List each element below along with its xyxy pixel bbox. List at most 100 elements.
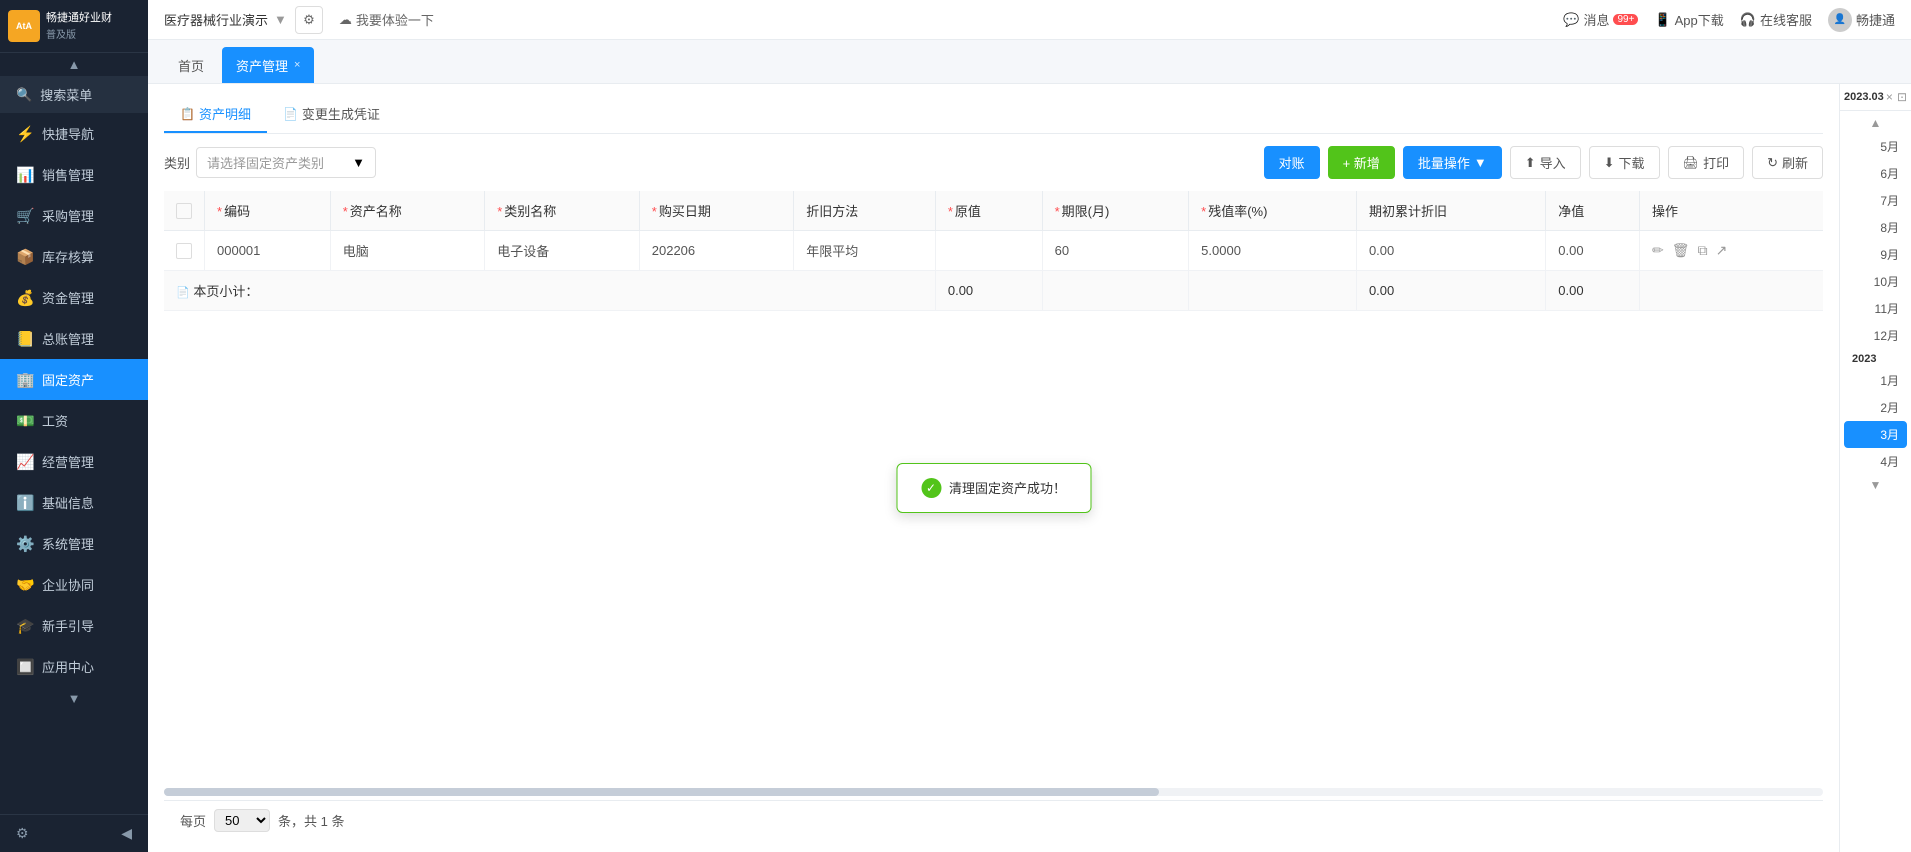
calendar-month-8[interactable]: 8月 [1844, 214, 1907, 241]
cell-accumulated-depreciation: 0.00 [1356, 231, 1545, 271]
sidebar-item-fixed-assets[interactable]: 🏢 固定资产 [0, 359, 148, 400]
download-button[interactable]: ⬇ 下载 [1589, 146, 1660, 179]
purchase-icon: 🛒 [16, 207, 34, 225]
asset-table-wrapper: *编码 *资产名称 *类别名称 *购买日期 折旧方法 *原值 *期限(月) *残… [164, 191, 1823, 784]
calendar-month-10[interactable]: 10月 [1844, 268, 1907, 295]
col-accumulated-depreciation: 期初累计折旧 [1356, 191, 1545, 231]
app-download-button[interactable]: 📱 App下载 [1654, 10, 1723, 29]
table-horizontal-scrollbar[interactable] [164, 788, 1823, 796]
table-row: 000001 电脑 电子设备 202206 年限平均 60 5.0000 0.0… [164, 231, 1823, 271]
row-checkbox[interactable] [176, 243, 192, 259]
sidebar-scroll-down[interactable]: ▼ [0, 687, 148, 710]
sidebar-item-payroll[interactable]: 💵 工资 [0, 400, 148, 441]
experience-button[interactable]: ☁ 我要体验一下 [339, 10, 434, 29]
new-button[interactable]: + 新增 [1328, 146, 1395, 179]
export-button[interactable]: ⬆ 导入 [1510, 146, 1581, 179]
expand-panel-icon[interactable]: ⊡ [1897, 90, 1907, 104]
calendar-month-3-current[interactable]: 3月 [1844, 421, 1907, 448]
user-menu[interactable]: 👤 畅捷通 [1828, 8, 1895, 32]
right-panel-icons: × ⊡ [1886, 90, 1907, 104]
calendar-month-7[interactable]: 7月 [1844, 187, 1907, 214]
calendar-month-12[interactable]: 12月 [1844, 322, 1907, 349]
cell-name: 电脑 [330, 231, 485, 271]
sidebar-item-inventory[interactable]: 📦 库存核算 [0, 236, 148, 277]
sidebar-item-basic-info[interactable]: ℹ️ 基础信息 [0, 482, 148, 523]
success-check-icon: ✓ [921, 478, 941, 498]
sidebar-item-purchase[interactable]: 🛒 采购管理 [0, 195, 148, 236]
sidebar-item-enterprise[interactable]: 🤝 企业协同 [0, 564, 148, 605]
select-all-checkbox[interactable] [176, 203, 192, 219]
sidebar-item-label: 企业协同 [42, 575, 94, 594]
scrollbar-thumb[interactable] [164, 788, 1159, 796]
calendar-month-9[interactable]: 9月 [1844, 241, 1907, 268]
delete-icon[interactable]: 🗑 [1672, 242, 1690, 259]
col-net-value: 净值 [1546, 191, 1640, 231]
right-panel-header: 2023.03 × ⊡ [1840, 84, 1911, 111]
settings-button[interactable]: ⚙ [295, 6, 323, 34]
settings-icon[interactable]: ⚙ [16, 825, 29, 842]
tab-close-icon[interactable]: × [294, 59, 300, 71]
guide-icon: 🎓 [16, 617, 34, 635]
collapse-sidebar-icon[interactable]: ◀ [121, 825, 132, 842]
more-icon[interactable]: ↗ [1716, 242, 1728, 259]
copy-icon[interactable]: ⧉ [1698, 242, 1708, 259]
sidebar-item-operations[interactable]: 📈 经营管理 [0, 441, 148, 482]
sidebar-item-guide[interactable]: 🎓 新手引导 [0, 605, 148, 646]
sidebar-item-quick-nav[interactable]: ⚡ 快捷导航 [0, 113, 148, 154]
message-button[interactable]: 💬 消息 99+ [1563, 10, 1638, 29]
sidebar-item-system[interactable]: ⚙️ 系统管理 [0, 523, 148, 564]
sidebar-item-label: 经营管理 [42, 452, 94, 471]
sidebar-item-label: 销售管理 [42, 165, 94, 184]
service-icon: 🎧 [1740, 12, 1756, 28]
sidebar-nav-list: ▲ 🔍 搜索菜单 ⚡ 快捷导航 📊 销售管理 🛒 采购管理 📦 库存核算 💰 资… [0, 53, 148, 814]
refresh-button[interactable]: ↻ 刷新 [1752, 146, 1823, 179]
calendar-section: ▲ 5月 6月 7月 8月 9月 10月 11月 12月 2023 1月 2月 … [1840, 111, 1911, 497]
per-page-select[interactable]: 10 20 50 100 [214, 809, 270, 832]
calendar-month-2[interactable]: 2月 [1844, 394, 1907, 421]
enterprise-icon: 🤝 [16, 576, 34, 594]
cell-period: 60 [1042, 231, 1189, 271]
batch-button[interactable]: 批量操作 ▼ [1403, 146, 1502, 179]
company-selector[interactable]: 医疗器械行业演示 ▼ [164, 10, 287, 29]
print-button[interactable]: 🖨 打印 [1668, 146, 1745, 179]
calendar-month-4[interactable]: 4月 [1844, 448, 1907, 475]
sidebar-item-label: 新手引导 [42, 616, 94, 635]
calendar-month-6[interactable]: 6月 [1844, 160, 1907, 187]
sales-icon: 📊 [16, 166, 34, 184]
total-label: 条，共 1 条 [278, 811, 344, 830]
col-name: *资产名称 [330, 191, 485, 231]
calendar-up-nav[interactable]: ▲ [1844, 113, 1907, 133]
sidebar-scroll-up[interactable]: ▲ [0, 53, 148, 76]
calendar-month-5[interactable]: 5月 [1844, 133, 1907, 160]
select-chevron-icon: ▼ [352, 155, 365, 170]
basic-info-icon: ℹ️ [16, 494, 34, 512]
calendar-month-1[interactable]: 1月 [1844, 367, 1907, 394]
subtotal-residual-cell [1189, 271, 1357, 311]
sub-tab-change-voucher[interactable]: 📄 变更生成凭证 [267, 96, 396, 133]
sidebar-item-ledger[interactable]: 📒 总账管理 [0, 318, 148, 359]
funds-icon: 💰 [16, 289, 34, 307]
calendar-month-11[interactable]: 11月 [1844, 295, 1907, 322]
online-service-button[interactable]: 🎧 在线客服 [1740, 10, 1812, 29]
sidebar-item-sales[interactable]: 📊 销售管理 [0, 154, 148, 195]
topbar: 医疗器械行业演示 ▼ ⚙ ☁ 我要体验一下 💬 消息 99+ 📱 App下载 🎧… [148, 0, 1911, 40]
tab-home[interactable]: 首页 [164, 47, 218, 83]
col-checkbox [164, 191, 205, 231]
subtotal-net-cell: 0.00 [1546, 271, 1640, 311]
payroll-icon: 💵 [16, 412, 34, 430]
sidebar-item-app-center[interactable]: 🔲 应用中心 [0, 646, 148, 687]
reconcile-button[interactable]: 对账 [1264, 146, 1320, 179]
cell-residual-rate: 5.0000 [1189, 231, 1357, 271]
tab-asset-management[interactable]: 资产管理 × [222, 47, 314, 83]
category-select[interactable]: 请选择固定资产类别 ▼ [196, 147, 376, 178]
edit-icon[interactable]: ✏ [1652, 242, 1664, 259]
category-filter: 类别 请选择固定资产类别 ▼ [164, 147, 376, 178]
close-panel-icon[interactable]: × [1886, 90, 1893, 104]
col-code: *编码 [205, 191, 331, 231]
sidebar-item-funds[interactable]: 💰 资金管理 [0, 277, 148, 318]
subtotal-original-cell: 0.00 [935, 271, 1042, 311]
calendar-down-nav[interactable]: ▼ [1844, 475, 1907, 495]
sub-tab-asset-details[interactable]: 📋 资产明细 [164, 96, 267, 133]
sidebar-item-search[interactable]: 🔍 搜索菜单 [0, 76, 148, 113]
subtotal-actions-cell [1640, 271, 1823, 311]
